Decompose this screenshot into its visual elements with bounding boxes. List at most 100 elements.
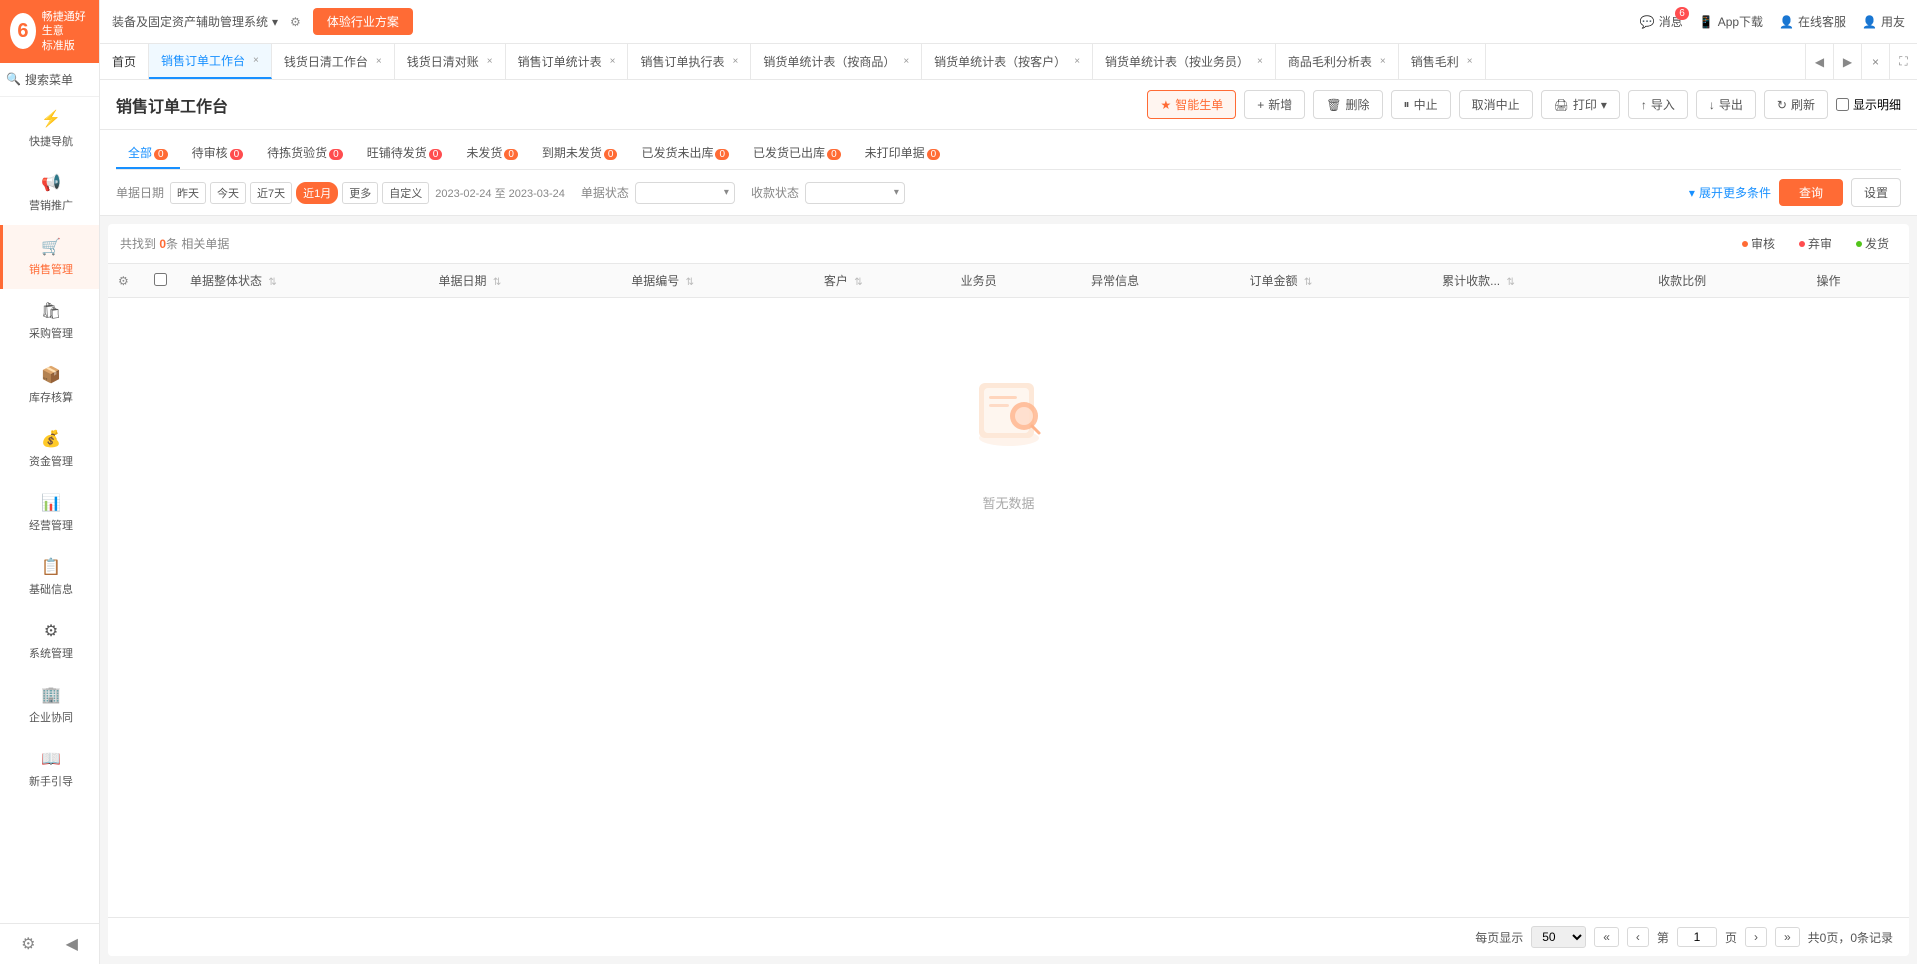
show-detail-toggle[interactable]: 显示明细 <box>1836 96 1901 113</box>
tab-close-btn[interactable]: × <box>253 55 259 66</box>
date-btn-custom[interactable]: 自定义 <box>382 182 429 204</box>
sidebar-item-marketing[interactable]: 📢 营销推广 <box>0 161 99 225</box>
filter-tab-pending-review[interactable]: 待审核0 <box>180 138 256 169</box>
last-page-btn[interactable]: » <box>1775 927 1800 947</box>
tab-gross-analysis[interactable]: 商品毛利分析表 × <box>1276 44 1399 79</box>
tab-scroll-right-btn[interactable]: ▶ <box>1833 44 1861 80</box>
tab-sales-by-product[interactable]: 销货单统计表（按商品） × <box>751 44 922 79</box>
smart-create-btn[interactable]: ★ 智能生单 <box>1147 90 1236 119</box>
add-btn[interactable]: + 新增 <box>1244 90 1305 119</box>
sidebar-item-enterprise[interactable]: 🏢 企业协同 <box>0 673 99 737</box>
tab-close-btn[interactable]: × <box>1257 56 1263 67</box>
sidebar-item-basic-info[interactable]: 📋 基础信息 <box>0 545 99 609</box>
sort-collected-icon[interactable]: ⇅ <box>1506 277 1514 288</box>
date-btn-today[interactable]: 今天 <box>210 182 246 204</box>
tab-close-btn[interactable]: × <box>376 56 382 67</box>
tab-maximize-btn[interactable]: ⛶ <box>1889 44 1917 80</box>
sidebar-search[interactable]: 🔍 搜索菜单 <box>0 63 99 97</box>
app-download-action[interactable]: 📱 App下载 <box>1699 13 1763 30</box>
collapse-sidebar-btn[interactable]: ◀ <box>66 934 78 954</box>
cancel-review-bulk-btn[interactable]: 弃审 <box>1791 232 1840 255</box>
sidebar-item-finance[interactable]: 💰 资金管理 <box>0 417 99 481</box>
sidebar-item-operations[interactable]: 📊 经营管理 <box>0 481 99 545</box>
trial-btn[interactable]: 体验行业方案 <box>313 8 413 35</box>
tab-sales-stats[interactable]: 销售订单统计表 × <box>506 44 629 79</box>
sort-customer-icon[interactable]: ⇅ <box>854 277 862 288</box>
ship-bulk-btn[interactable]: 发货 <box>1848 232 1897 255</box>
tab-cash-daily[interactable]: 钱货日清工作台 × <box>272 44 395 79</box>
table-scroll[interactable]: ⚙ 单据整体状态 ⇅ 单据日期 ⇅ <box>108 264 1909 917</box>
filter-tab-pending-inspection[interactable]: 待拣货验货0 <box>255 138 355 169</box>
tab-sales-order-workbench[interactable]: 销售订单工作台 × <box>149 44 272 79</box>
print-btn[interactable]: 🖨 打印 ▾ <box>1541 90 1620 119</box>
tab-sales-by-staff[interactable]: 销货单统计表（按业务员） × <box>1093 44 1276 79</box>
user-action[interactable]: 👤 用友 <box>1862 13 1905 30</box>
filter-tab-overdue[interactable]: 到期未发货0 <box>530 138 630 169</box>
filter-tab-shipped-not-out[interactable]: 已发货未出库0 <box>629 138 741 169</box>
settings-footer-btn[interactable]: ⚙ <box>21 934 35 954</box>
first-page-btn[interactable]: « <box>1594 927 1619 947</box>
query-btn[interactable]: 查询 <box>1779 179 1843 206</box>
online-service-action[interactable]: 👤 在线客服 <box>1779 13 1846 30</box>
th-checkbox[interactable] <box>144 264 180 298</box>
tab-close-btn[interactable]: × <box>487 56 493 67</box>
sidebar-item-quick-nav[interactable]: ⚡ 快捷导航 <box>0 97 99 161</box>
tab-close-btn[interactable]: × <box>610 56 616 67</box>
page-size-select[interactable]: 50 10 20 100 <box>1531 926 1586 948</box>
select-all-checkbox[interactable] <box>154 273 167 286</box>
payment-select[interactable] <box>805 182 905 204</box>
tab-home[interactable]: 首页 <box>100 44 149 79</box>
column-settings-icon[interactable]: ⚙ <box>118 274 129 288</box>
tab-close-all-btn[interactable]: × <box>1861 44 1889 80</box>
purchase-icon: 🛍 <box>41 301 61 321</box>
sidebar-item-system[interactable]: ⚙ 系统管理 <box>0 609 99 673</box>
tab-close-btn[interactable]: × <box>732 56 738 67</box>
sort-date-icon[interactable]: ⇅ <box>493 277 501 288</box>
sort-number-icon[interactable]: ⇅ <box>686 277 694 288</box>
system-selector[interactable]: 装备及固定资产辅助管理系统 ▾ <box>112 13 278 30</box>
import-btn[interactable]: ↑ 导入 <box>1628 90 1688 119</box>
prev-page-btn[interactable]: ‹ <box>1627 927 1649 947</box>
export-btn[interactable]: ↓ 导出 <box>1696 90 1756 119</box>
date-btn-yesterday[interactable]: 昨天 <box>170 182 206 204</box>
tab-sales-exec[interactable]: 销售订单执行表 × <box>628 44 751 79</box>
sidebar-item-sales[interactable]: 🛒 销售管理 <box>0 225 99 289</box>
finance-icon: 💰 <box>41 429 61 449</box>
date-btn-1month[interactable]: 近1月 <box>296 182 338 204</box>
setting-btn[interactable]: 设置 <box>1851 178 1901 207</box>
page-input[interactable] <box>1677 927 1717 947</box>
gear-icon[interactable]: ⚙ <box>290 15 301 29</box>
sidebar-item-new-guide[interactable]: 📖 新手引导 <box>0 737 99 801</box>
tab-close-btn[interactable]: × <box>1074 56 1080 67</box>
filter-tab-wangpu[interactable]: 旺铺待发货0 <box>355 138 455 169</box>
logo[interactable]: 6 畅捷通好生意 标准版 <box>0 0 99 63</box>
tab-cash-reconcile[interactable]: 钱货日清对账 × <box>395 44 506 79</box>
tab-sales-by-customer[interactable]: 销货单统计表（按客户） × <box>922 44 1093 79</box>
tab-scroll-left-btn[interactable]: ◀ <box>1805 44 1833 80</box>
sort-status-icon[interactable]: ⇅ <box>268 277 276 288</box>
date-btn-more[interactable]: 更多 <box>342 182 378 204</box>
status-select[interactable] <box>635 182 735 204</box>
filter-tab-not-shipped[interactable]: 未发货0 <box>454 138 530 169</box>
filter-tab-all[interactable]: 全部0 <box>116 138 180 169</box>
refresh-btn[interactable]: ↻ 刷新 <box>1764 90 1828 119</box>
filter-tab-shipped-out[interactable]: 已发货已出库0 <box>741 138 853 169</box>
sort-amount-icon[interactable]: ⇅ <box>1304 277 1312 288</box>
filter-tab-not-printed[interactable]: 未打印单据0 <box>853 138 953 169</box>
message-action[interactable]: 💬 消息 6 <box>1640 13 1683 30</box>
sidebar-item-inventory[interactable]: 📦 库存核算 <box>0 353 99 417</box>
date-btn-7days[interactable]: 近7天 <box>250 182 292 204</box>
show-detail-checkbox[interactable] <box>1836 98 1849 111</box>
sidebar-item-purchase[interactable]: 🛍 采购管理 <box>0 289 99 353</box>
expand-conditions-btn[interactable]: ▾ 展开更多条件 <box>1689 184 1771 201</box>
cancel-suspend-btn[interactable]: 取消中止 <box>1459 90 1533 119</box>
tab-close-btn[interactable]: × <box>1467 56 1473 67</box>
next-page-btn[interactable]: › <box>1745 927 1767 947</box>
tab-close-btn[interactable]: × <box>903 56 909 67</box>
tab-close-btn[interactable]: × <box>1380 56 1386 67</box>
suspend-btn[interactable]: ⏸ 中止 <box>1391 90 1451 119</box>
delete-btn[interactable]: 🗑 删除 <box>1313 90 1382 119</box>
th-gear[interactable]: ⚙ <box>108 264 144 298</box>
review-bulk-btn[interactable]: 审核 <box>1734 232 1783 255</box>
tab-sales-profit[interactable]: 销售毛利 × <box>1399 44 1486 79</box>
